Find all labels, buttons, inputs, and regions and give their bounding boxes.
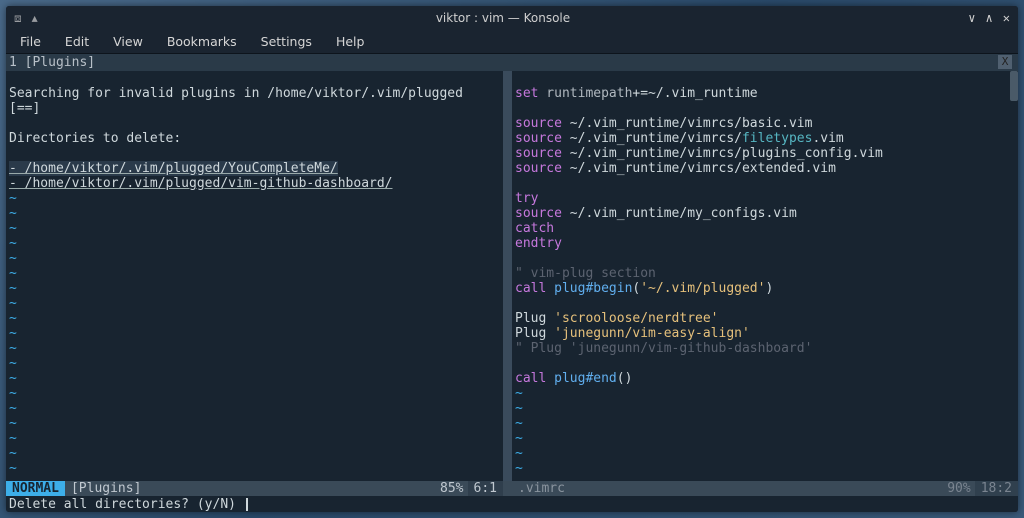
tilde-line: ~ (9, 401, 17, 416)
vim-command-line[interactable]: Delete all directories? (y/N) (6, 496, 1018, 512)
code-line: set runtimepath+=~/.vim_runtime (515, 86, 758, 101)
tilde-line: ~ (515, 416, 523, 431)
tilde-line: ~ (9, 296, 17, 311)
scrollbar-thumb[interactable] (1010, 71, 1018, 101)
tilde-line: ~ (9, 266, 17, 281)
tilde-line: ~ (9, 386, 17, 401)
line: Searching for invalid plugins in /home/v… (9, 86, 463, 101)
buffer-name: [Plugins] (65, 481, 147, 496)
vim-splits: Searching for invalid plugins in /home/v… (6, 71, 1018, 481)
tilde-line: ~ (9, 326, 17, 341)
code-line: source ~/.vim_runtime/vimrcs/basic.vim (515, 116, 812, 131)
line: - /home/viktor/.vim/plugged/vim-github-d… (9, 176, 393, 191)
mode-indicator: NORMAL (6, 481, 65, 496)
buffer-name: .vimrc (512, 481, 571, 496)
menubar: File Edit View Bookmarks Settings Help (6, 30, 1018, 54)
code-line: Plug 'junegunn/vim-easy-align' (515, 326, 750, 341)
menu-help[interactable]: Help (336, 34, 365, 49)
tilde-line: ~ (515, 386, 523, 401)
scroll-percent: 90% (947, 481, 974, 496)
menu-bookmarks[interactable]: Bookmarks (167, 34, 237, 49)
cursor-icon (246, 498, 248, 511)
tilde-line: ~ (9, 446, 17, 461)
code-line: catch (515, 221, 554, 236)
menu-settings[interactable]: Settings (261, 34, 312, 49)
minimize-icon[interactable]: ∨ (968, 11, 975, 25)
line-selected: - /home/viktor/.vim/plugged/YouCompleteM… (9, 161, 338, 176)
code-line: source ~/.vim_runtime/vimrcs/extended.vi… (515, 161, 836, 176)
scroll-percent: 85% (440, 481, 467, 496)
left-pane-plugins[interactable]: Searching for invalid plugins in /home/v… (6, 71, 503, 481)
cursor-position: 6:1 (468, 481, 503, 496)
tilde-line: ~ (9, 416, 17, 431)
statusline-row: NORMAL [Plugins] 85% 6:1 .vimrc 90% 18:2 (6, 481, 1018, 496)
close-icon[interactable]: ✕ (1003, 11, 1010, 25)
code-line: call plug#begin('~/.vim/plugged') (515, 281, 773, 296)
tilde-line: ~ (9, 371, 17, 386)
tilde-line: ~ (9, 191, 17, 206)
vertical-split-bar[interactable] (503, 71, 512, 481)
tilde-line: ~ (9, 311, 17, 326)
cursor-position: 18:2 (975, 481, 1018, 496)
tilde-line: ~ (515, 431, 523, 446)
maximize-icon[interactable]: ∧ (986, 11, 993, 25)
code-line: source ~/.vim_runtime/vimrcs/filetypes.v… (515, 131, 844, 146)
vim-tabline: 1 [Plugins] X (6, 54, 1018, 71)
code-line: " Plug 'junegunn/vim-github-dashboard' (515, 341, 812, 356)
code-line: source ~/.vim_runtime/my_configs.vim (515, 206, 797, 221)
line: [==] (9, 101, 40, 116)
pin-icon[interactable]: ▴ (32, 11, 38, 25)
statusline-split (503, 481, 512, 496)
code-line: " vim-plug section (515, 266, 656, 281)
tilde-line: ~ (9, 221, 17, 236)
tilde-line: ~ (9, 236, 17, 251)
statusline-right: .vimrc 90% 18:2 (512, 481, 1018, 496)
tilde-line: ~ (9, 356, 17, 371)
tilde-line: ~ (515, 461, 523, 476)
window-title: viktor : vim — Konsole (46, 11, 961, 25)
code-line: try (515, 191, 538, 206)
statusline-left: NORMAL [Plugins] 85% 6:1 (6, 481, 503, 496)
menu-file[interactable]: File (20, 34, 41, 49)
prompt-text: Delete all directories? (y/N) (9, 497, 244, 512)
tilde-line: ~ (9, 206, 17, 221)
right-pane-vimrc[interactable]: set runtimepath+=~/.vim_runtime source ~… (512, 71, 1018, 481)
tilde-line: ~ (9, 341, 17, 356)
tabline-text[interactable]: 1 [Plugins] (6, 55, 95, 70)
tilde-line: ~ (9, 431, 17, 446)
konsole-window: ⧈ ▴ viktor : vim — Konsole ∨ ∧ ✕ File Ed… (6, 6, 1018, 512)
code-line: call plug#end() (515, 371, 632, 386)
code-line: source ~/.vim_runtime/vimrcs/plugins_con… (515, 146, 883, 161)
tilde-line: ~ (9, 281, 17, 296)
code-line: Plug 'scrooloose/nerdtree' (515, 311, 719, 326)
tilde-line: ~ (9, 461, 17, 476)
tilde-line: ~ (9, 251, 17, 266)
menu-edit[interactable]: Edit (65, 34, 89, 49)
tilde-line: ~ (515, 446, 523, 461)
menu-view[interactable]: View (113, 34, 143, 49)
titlebar[interactable]: ⧈ ▴ viktor : vim — Konsole ∨ ∧ ✕ (6, 6, 1018, 30)
app-icon: ⧈ (14, 11, 22, 26)
tilde-line: ~ (515, 401, 523, 416)
terminal-area[interactable]: 1 [Plugins] X Searching for invalid plug… (6, 54, 1018, 512)
code-line: endtry (515, 236, 562, 251)
tabline-close-button[interactable]: X (998, 55, 1012, 69)
line: Directories to delete: (9, 131, 181, 146)
